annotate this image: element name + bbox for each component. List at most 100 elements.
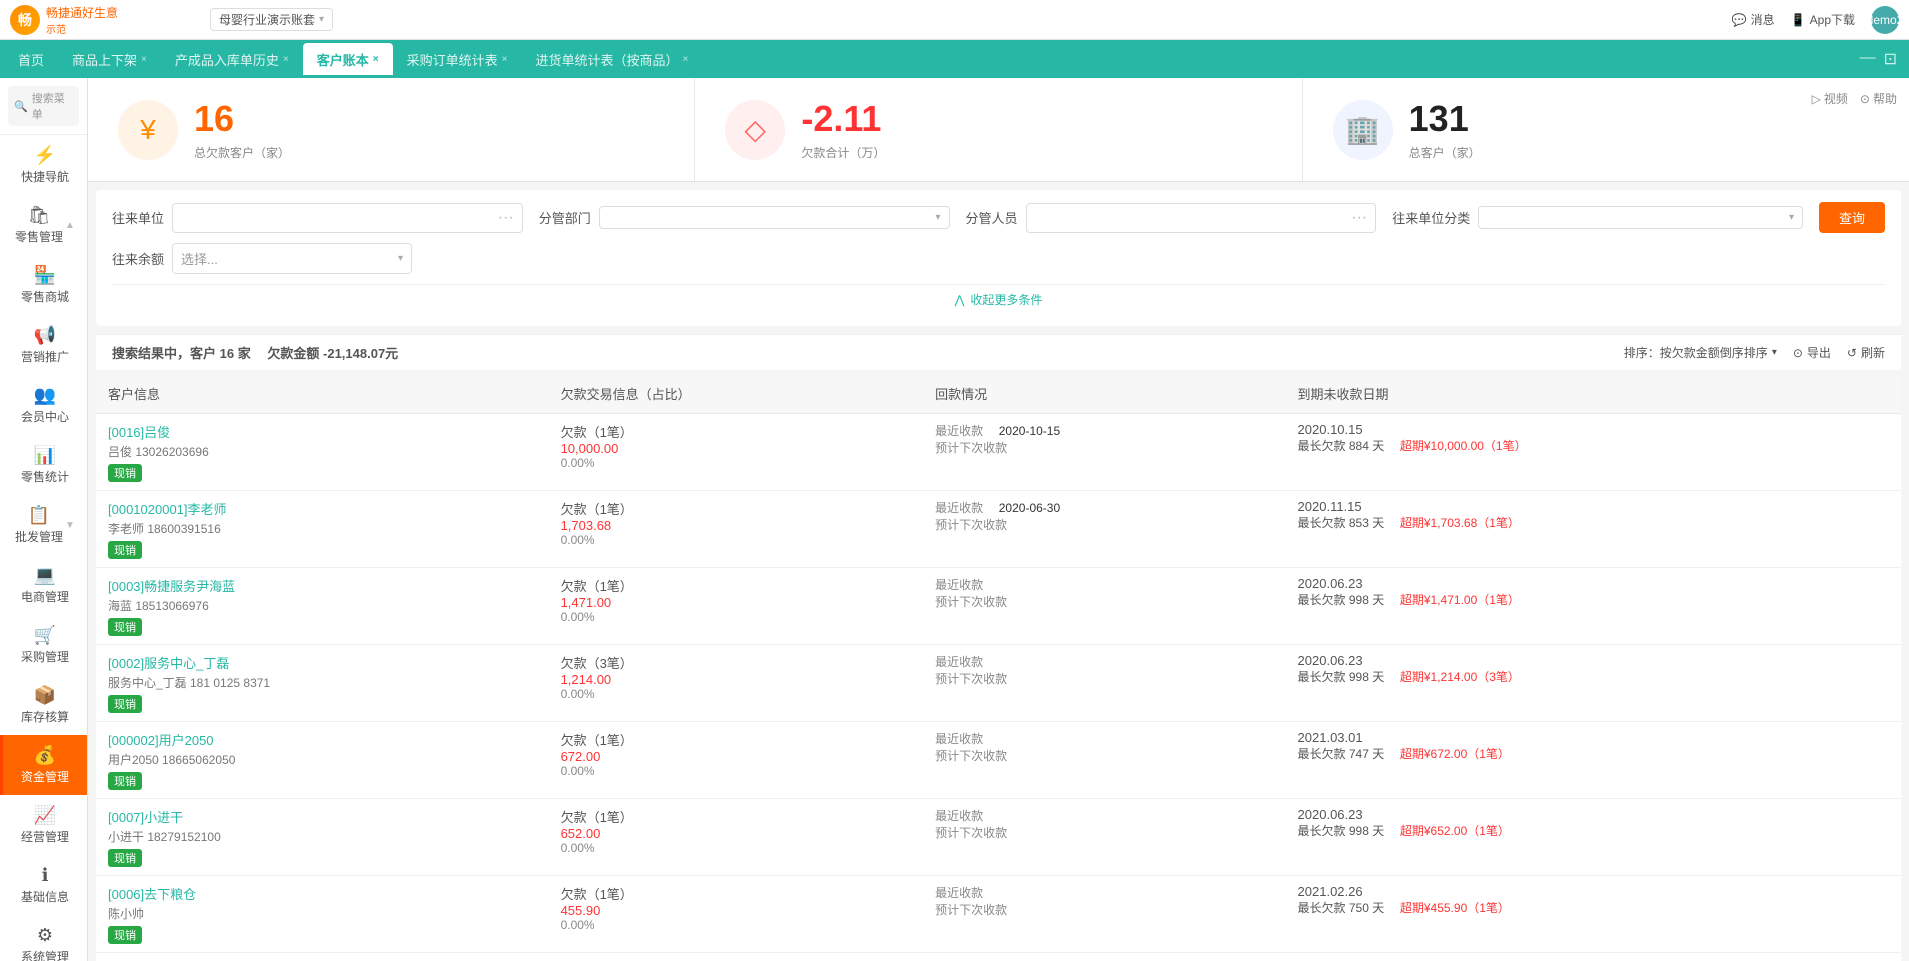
debt-amount-4[interactable]: 672.00 [561,749,912,764]
collapse-btn[interactable]: ⋀ 收起更多条件 [112,284,1885,314]
due-date-3: 2020.06.23 [1298,653,1889,668]
unit-category-select[interactable]: ▾ [1478,206,1803,229]
sidebar-item-operations[interactable]: 📈 经营管理 [0,795,87,855]
maximize-icon[interactable]: ⊡ [1884,49,1897,69]
close-icon[interactable]: × [283,54,289,65]
close-icon[interactable]: × [502,54,508,65]
from-unit-input[interactable]: ··· [172,203,523,233]
td-customer-info-3: [0002]服务中心_丁磊 服务中心_丁磊 181 0125 8371 现销 [96,645,549,722]
tab-home[interactable]: 首页 [4,43,58,75]
overdue-link-0[interactable]: 超期¥10,000.00（1笔） [1400,439,1527,453]
close-icon[interactable]: × [682,54,688,65]
tab-products-off[interactable]: 商品上下架 × [58,43,161,75]
table-row: [0002]服务中心_丁磊 服务中心_丁磊 181 0125 8371 现销 欠… [96,645,1901,722]
dept-label: 分管部门 [539,208,591,227]
td-debt-2: 欠款（1笔） 1,471.00 0.00% [549,568,924,645]
sidebar-item-basic-info[interactable]: ℹ 基础信息 [0,855,87,915]
overdue-info-2: 最长欠款 998 天 超期¥1,471.00（1笔） [1298,591,1889,608]
overdue-link-4[interactable]: 超期¥672.00（1笔） [1400,747,1510,761]
app-download-btn[interactable]: 📱 App下载 [1791,11,1855,28]
chevron-down-icon: ▼ [65,520,75,531]
dept-select[interactable]: ▾ [599,206,950,229]
sidebar-item-batch-mgmt[interactable]: 📋 批发管理 ▼ [0,495,87,555]
due-date-6: 2021.02.26 [1298,884,1889,899]
sidebar-item-purchase-label: 采购管理 [9,648,81,665]
card-total-value: 131 [1409,98,1481,140]
company-select[interactable]: 母婴行业演示账套 ▾ [210,8,333,31]
search-menu-box[interactable]: 🔍 搜索菜单 [8,86,79,126]
th-collection: 回款情况 [923,374,1285,414]
message-btn[interactable]: 💬 消息 [1732,11,1775,28]
sidebar-item-inventory[interactable]: 📦 库存核算 [0,675,87,735]
sidebar-item-retail-store[interactable]: 🏪 零售商城 [0,255,87,315]
card-total-customers: 🏢 131 总客户（家） ▷ 视频 ⊙ 帮助 [1303,78,1909,181]
customer-name-1[interactable]: [0001020001]李老师 [108,499,537,518]
sidebar-item-members[interactable]: 👥 会员中心 [0,375,87,435]
customer-phone-0: 吕俊 13026203696 [108,443,537,460]
overdue-link-1[interactable]: 超期¥1,703.68（1笔） [1400,516,1520,530]
query-button[interactable]: 查询 [1819,202,1885,233]
overdue-link-3[interactable]: 超期¥1,214.00（3笔） [1400,670,1520,684]
customer-name-4[interactable]: [000002]用户2050 [108,730,537,749]
td-due-3: 2020.06.23 最长欠款 998 天 超期¥1,214.00（3笔） [1286,645,1901,722]
sidebar: 🔍 搜索菜单 ⚡ 快捷导航 🛍 零售管理 ▲ 🏪 零售商城 📢 [0,78,88,961]
refresh-btn[interactable]: ↺ 刷新 [1847,344,1885,361]
sidebar-item-system[interactable]: ⚙ 系统管理 [0,915,87,961]
td-due-2: 2020.06.23 最长欠款 998 天 超期¥1,471.00（1笔） [1286,568,1901,645]
debt-amount-5[interactable]: 652.00 [561,826,912,841]
debt-amount-1[interactable]: 1,703.68 [561,518,912,533]
dots-icon: ··· [498,209,514,227]
debt-count-3: 欠款（3笔） [561,653,912,672]
table-row: [0001020001]李老师 李老师 18600391516 现销 欠款（1笔… [96,491,1901,568]
overdue-link-6[interactable]: 超期¥455.90（1笔） [1400,901,1510,915]
collect-next-2: 预计下次收款 [935,593,1273,610]
sidebar-item-retail-mgmt-label: 零售管理 [15,228,63,245]
manager-input[interactable]: ··· [1026,203,1377,233]
overdue-link-2[interactable]: 超期¥1,471.00（1笔） [1400,593,1520,607]
tab-purchase-order[interactable]: 采购订单统计表 × [393,43,522,75]
debt-amount-0[interactable]: 10,000.00 [561,441,912,456]
card-total-icon: 🏢 [1333,100,1393,160]
video-btn[interactable]: ▷ 视频 [1812,90,1848,107]
sidebar-item-quick-nav-label: 快捷导航 [9,168,81,185]
sort-btn[interactable]: 排序：按欠款金额倒序排序 ▾ [1624,344,1777,361]
customer-name-3[interactable]: [0002]服务中心_丁磊 [108,653,537,672]
customer-name-2[interactable]: [0003]畅捷服务尹海蓝 [108,576,537,595]
sidebar-item-retail-mgmt[interactable]: 🛍 零售管理 ▲ [0,195,87,255]
minimize-icon[interactable]: — [1860,49,1876,69]
table-header: 客户信息 欠款交易信息（占比） 回款情况 到期未收款日期 [96,374,1901,414]
customer-name-6[interactable]: [0006]去下粮仓 [108,884,537,903]
sidebar-item-ecommerce[interactable]: 💻 电商管理 [0,555,87,615]
sidebar-item-quick-nav[interactable]: ⚡ 快捷导航 [0,135,87,195]
sidebar-item-retail-stats[interactable]: 📊 零售统计 [0,435,87,495]
avatar[interactable]: demo2 [1871,6,1899,34]
customer-badge-4: 现销 [108,772,142,790]
tab-prod-history[interactable]: 产成品入库单历史 × [161,43,303,75]
debt-amount-2[interactable]: 1,471.00 [561,595,912,610]
overdue-info-3: 最长欠款 998 天 超期¥1,214.00（3笔） [1298,668,1889,685]
td-customer-info-6: [0006]去下粮仓 陈小帅 现销 [96,876,549,953]
balance-select[interactable]: 选择... ▾ [172,243,412,274]
overdue-link-5[interactable]: 超期¥652.00（1笔） [1400,824,1510,838]
card-debt-total-label: 欠款合计（万） [801,144,885,161]
result-customer-unit: 家 [238,346,251,361]
debt-amount-3[interactable]: 1,214.00 [561,672,912,687]
message-label: 消息 [1751,11,1775,28]
sidebar-item-capital[interactable]: 💰 资金管理 [0,735,87,795]
table-row: [000002]用户2050 用户2050 18665062050 现销 欠款（… [96,722,1901,799]
customer-name-5[interactable]: [0007]小进干 [108,807,537,826]
help-btn[interactable]: ⊙ 帮助 [1860,90,1897,107]
close-icon[interactable]: × [373,54,379,65]
sidebar-search[interactable]: 🔍 搜索菜单 [0,78,87,135]
due-date-1: 2020.11.15 [1298,499,1889,514]
th-debt-info: 欠款交易信息（占比） [549,374,924,414]
tab-purchase-stats[interactable]: 进货单统计表（按商品） × [521,43,702,75]
customer-name-0[interactable]: [0016]吕俊 [108,422,537,441]
tab-customer-account[interactable]: 客户账本 × [303,43,393,75]
export-btn[interactable]: ⊙ 导出 [1793,344,1831,361]
sidebar-item-marketing[interactable]: 📢 营销推广 [0,315,87,375]
sidebar-item-purchase[interactable]: 🛒 采购管理 [0,615,87,675]
sidebar-item-operations-label: 经营管理 [9,828,81,845]
close-icon[interactable]: × [141,54,147,65]
debt-amount-6[interactable]: 455.90 [561,903,912,918]
